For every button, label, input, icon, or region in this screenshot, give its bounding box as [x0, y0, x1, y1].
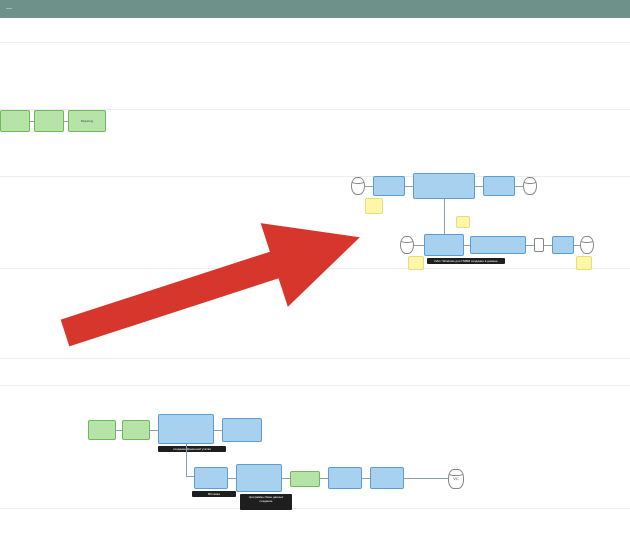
node-process[interactable]: [122, 420, 150, 440]
lane-line: [0, 358, 630, 359]
connector: [414, 245, 424, 246]
connector: [405, 186, 413, 187]
connector: [186, 476, 194, 477]
connector: [515, 186, 523, 187]
lane-line: [0, 176, 630, 177]
node-process[interactable]: [34, 110, 64, 132]
node-process[interactable]: [194, 467, 228, 489]
node-process[interactable]: [552, 236, 574, 254]
node-process[interactable]: [328, 467, 362, 489]
node-process[interactable]: [470, 236, 526, 254]
node-process[interactable]: [370, 467, 404, 489]
connector: [362, 478, 370, 479]
connector: [444, 199, 445, 234]
lane-line: [0, 42, 630, 43]
node-process[interactable]: [424, 234, 464, 256]
app-header: —: [0, 0, 630, 18]
lane-line: [0, 385, 630, 386]
connector: [214, 430, 222, 431]
connector: [186, 444, 187, 476]
connector: [282, 478, 290, 479]
node-process[interactable]: [88, 420, 116, 440]
sticky-note[interactable]: [456, 216, 470, 228]
app-title: —: [6, 6, 12, 12]
node-process[interactable]: [290, 471, 320, 487]
sticky-note[interactable]: [408, 256, 424, 270]
lane-line: [0, 268, 630, 269]
node-process[interactable]: [222, 418, 262, 442]
sticky-note[interactable]: [576, 256, 592, 270]
node-caption: программы базы данных создание: [240, 494, 292, 510]
node-database[interactable]: [351, 177, 365, 195]
diagram-canvas[interactable]: Migrating DAC: Windows для ПЭВМ создание…: [0, 18, 630, 551]
node-process[interactable]: [534, 238, 544, 252]
node-database[interactable]: [523, 177, 537, 195]
connector: [404, 478, 448, 479]
node-process[interactable]: [0, 110, 30, 132]
node-database[interactable]: [400, 236, 414, 254]
connector: [228, 478, 236, 479]
lane-line: [0, 508, 630, 509]
node-process[interactable]: Migrating: [68, 110, 106, 132]
connector: [544, 245, 552, 246]
node-caption: создание Доменной учётки: [158, 446, 226, 452]
connector: [320, 478, 328, 479]
node-process[interactable]: [158, 414, 214, 444]
connector: [526, 245, 534, 246]
node-caption: ВСтавка: [192, 491, 236, 497]
connector: [150, 430, 158, 431]
node-database[interactable]: VC: [448, 469, 464, 489]
connector: [365, 186, 373, 187]
node-caption: DAC: Windows для ПЭВМ создание в домене: [427, 258, 505, 264]
node-process[interactable]: [373, 176, 405, 196]
node-process[interactable]: [236, 464, 282, 492]
node-database[interactable]: [580, 236, 594, 254]
node-process[interactable]: [413, 173, 475, 199]
connector: [475, 186, 483, 187]
node-process[interactable]: [483, 176, 515, 196]
sticky-note[interactable]: [365, 198, 383, 214]
